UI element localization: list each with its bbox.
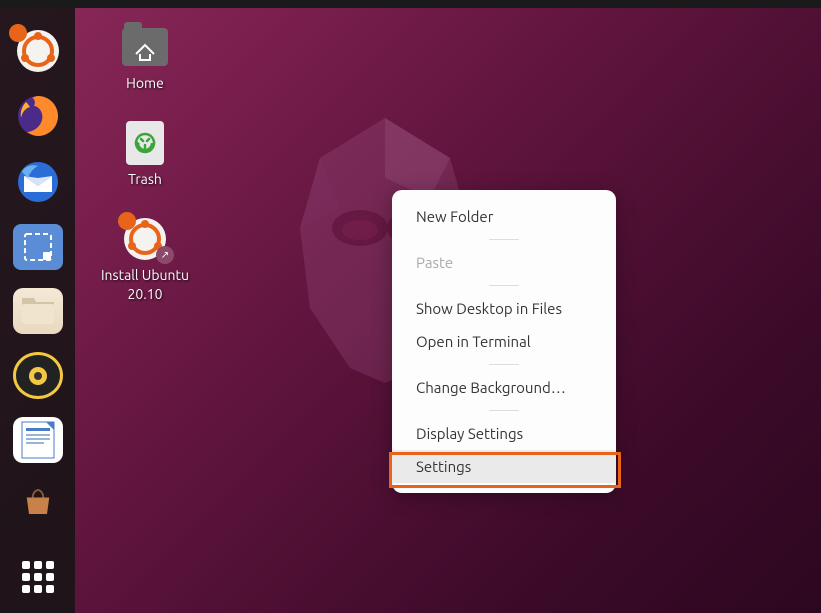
firefox-icon [14,92,62,140]
installer-label: Install Ubuntu 20.10 [95,266,195,302]
menu-item-show-desktop-in-files[interactable]: Show Desktop in Files [392,292,616,325]
desktop-context-menu: New Folder Paste Show Desktop in Files O… [392,190,616,493]
files-folder-icon [20,296,56,326]
menu-item-change-background[interactable]: Change Background… [392,371,616,404]
menu-item-settings[interactable]: Settings [392,450,616,483]
desktop-icon-trash[interactable]: Trash [95,122,195,188]
menu-separator [489,410,519,411]
dock-item-ubuntu-installer[interactable] [13,28,63,74]
speaker-icon [25,363,51,389]
menu-separator [489,239,519,240]
menu-item-display-settings[interactable]: Display Settings [392,417,616,450]
installer-icon: ↗ [122,216,168,262]
thunderbird-icon [14,158,62,206]
dock-item-software-center[interactable] [13,479,63,525]
top-bar [0,0,821,8]
desktop-icon-installer[interactable]: ↗ Install Ubuntu 20.10 [95,218,195,302]
menu-item-open-in-terminal[interactable]: Open in Terminal [392,325,616,358]
desktop-icon-home[interactable]: Home [95,26,195,92]
software-bag-icon [15,487,61,517]
writer-document-icon [16,418,60,462]
shortcut-badge-icon: ↗ [156,246,174,264]
screenshot-icon [21,230,55,264]
dock-item-firefox[interactable] [13,92,63,140]
show-applications-button[interactable] [22,561,54,593]
dock-item-libreoffice-writer[interactable] [13,417,63,463]
trash-icon [126,121,164,165]
dock-item-rhythmbox[interactable] [13,352,63,399]
home-label: Home [126,74,164,92]
desktop-background[interactable]: Home Trash [0,8,821,613]
menu-item-new-folder[interactable]: New Folder [392,200,616,233]
menu-separator [489,364,519,365]
dock [0,8,75,613]
menu-item-paste: Paste [392,246,616,279]
dock-item-screenshot[interactable] [13,224,63,270]
menu-separator [489,285,519,286]
dock-item-files[interactable] [13,288,63,334]
home-folder-icon [122,28,168,66]
dock-item-thunderbird[interactable] [13,158,63,206]
trash-label: Trash [128,170,162,188]
